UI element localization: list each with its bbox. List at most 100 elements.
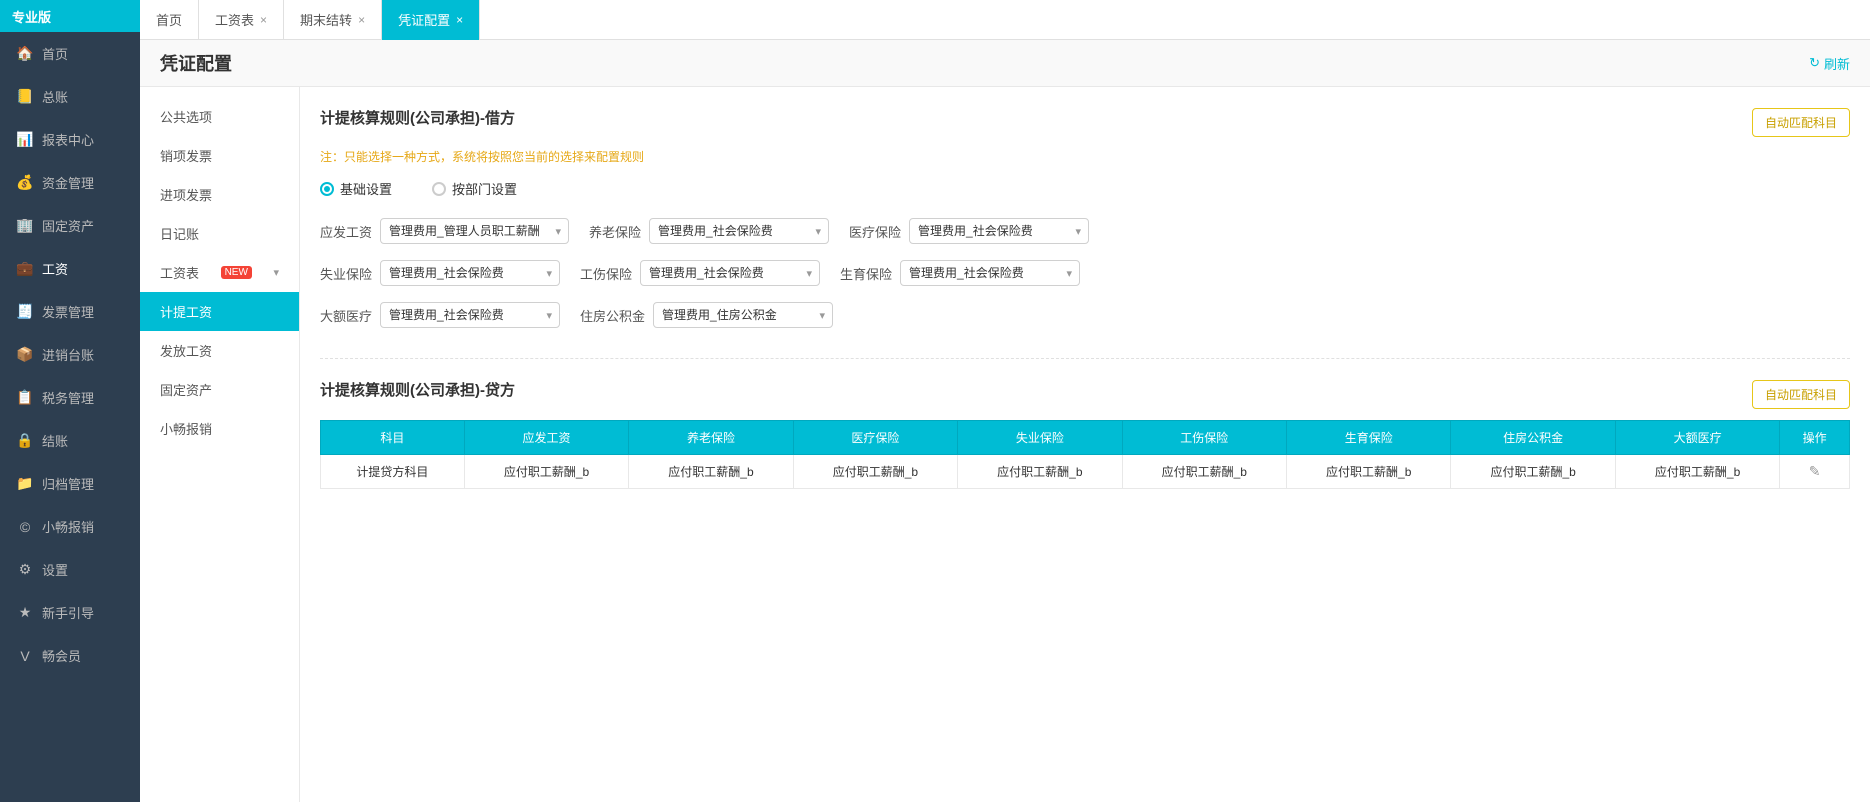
salary-select[interactable]: 管理费用_管理人员职工薪酬 [380,218,569,244]
sidebar-item-settings[interactable]: ⚙ 设置 [0,548,140,591]
page-header: 凭证配置 ↻ 刷新 [140,40,1870,87]
sidebar-item-invoice[interactable]: 🧾 发票管理 [0,290,140,333]
td-pension: 应付职工薪酬_b [629,455,793,489]
th-housing: 住房公积金 [1451,421,1615,455]
inventory-icon: 📦 [16,346,34,363]
member-icon: V [16,648,34,664]
sidebar-item-close[interactable]: 🔒 结账 [0,419,140,462]
tab-salary-table[interactable]: 工资表 × [199,0,284,40]
td-action[interactable]: ✎ [1780,455,1850,489]
housing-label: 住房公积金 [580,306,645,325]
sidebar-item-tax[interactable]: 📋 税务管理 [0,376,140,419]
sidebar-item-assets[interactable]: 🏢 固定资产 [0,204,140,247]
nav-cancel-invoice[interactable]: 销项发票 [140,136,299,175]
radio-dept-label: 按部门设置 [452,179,517,198]
sidebar-item-label: 报表中心 [42,130,94,149]
sidebar-item-label: 结账 [42,431,68,450]
unemployment-select-wrapper: 管理费用_社会保险费 [380,260,560,286]
td-subject: 计提贷方科目 [321,455,465,489]
credit-auto-match-button[interactable]: 自动匹配科目 [1752,380,1850,409]
form-item-maternity: 生育保险 管理费用_社会保险费 [840,260,1080,286]
sidebar-item-label: 首页 [42,44,68,63]
maternity-label: 生育保险 [840,264,892,283]
pension-select-wrapper: 管理费用_社会保险费 [649,218,829,244]
guide-icon: ★ [16,604,34,621]
nav-calc-salary[interactable]: 计提工资 [140,292,299,331]
edit-icon[interactable]: ✎ [1809,463,1821,479]
pension-select[interactable]: 管理费用_社会保险费 [649,218,829,244]
funds-icon: 💰 [16,174,34,191]
page-title: 凭证配置 [160,50,232,76]
nav-public[interactable]: 公共选项 [140,97,299,136]
nav-salary-table[interactable]: 工资表 NEW ▾ [140,253,299,292]
sidebar-item-guide[interactable]: ★ 新手引导 [0,591,140,634]
radio-basic[interactable]: 基础设置 [320,179,392,198]
assets-icon: 🏢 [16,217,34,234]
tab-period-close-btn[interactable]: × [358,13,365,27]
tab-bar: 首页 工资表 × 期末结转 × 凭证配置 × [140,0,1870,40]
tab-voucher-close[interactable]: × [456,13,463,27]
injury-select[interactable]: 管理费用_社会保险费 [640,260,820,286]
sidebar-item-member[interactable]: V 畅会员 [0,634,140,677]
medical-select-wrapper: 管理费用_社会保险费 [909,218,1089,244]
debit-form-row-1: 应发工资 管理费用_管理人员职工薪酬 养老保险 管理费用_社会保险费 [320,218,1850,244]
debit-auto-match-button[interactable]: 自动匹配科目 [1752,108,1850,137]
sidebar-item-home[interactable]: 🏠 首页 [0,32,140,75]
form-item-pension: 养老保险 管理费用_社会保险费 [589,218,829,244]
radio-dept-circle [432,182,446,196]
sidebar-item-xcreport[interactable]: © 小畅报销 [0,505,140,548]
section-divider [320,358,1850,359]
th-action: 操作 [1780,421,1850,455]
medical-label: 医疗保险 [849,222,901,241]
form-item-unemployment: 失业保险 管理费用_社会保险费 [320,260,560,286]
medical-select[interactable]: 管理费用_社会保险费 [909,218,1089,244]
credit-table-body: 计提贷方科目 应付职工薪酬_b 应付职工薪酬_b 应付职工薪酬_b 应付职工薪酬… [321,455,1850,489]
sidebar-item-funds[interactable]: 💰 资金管理 [0,161,140,204]
app-logo: 专业版 [0,0,140,32]
close-icon: 🔒 [16,432,34,449]
unemployment-select[interactable]: 管理费用_社会保险费 [380,260,560,286]
form-item-salary: 应发工资 管理费用_管理人员职工薪酬 [320,218,569,244]
large-medical-label: 大额医疗 [320,306,372,325]
tab-home-label: 首页 [156,10,182,29]
sidebar-item-label: 资金管理 [42,173,94,192]
sidebar-item-salary[interactable]: 💼 工资 [0,247,140,290]
radio-basic-label: 基础设置 [340,179,392,198]
radio-group: 基础设置 按部门设置 [320,179,1850,198]
th-unemployment: 失业保险 [958,421,1122,455]
large-medical-select[interactable]: 管理费用_社会保险费 [380,302,560,328]
refresh-label: 刷新 [1824,54,1850,73]
tab-period-close[interactable]: 期末结转 × [284,0,382,40]
nav-entry-invoice[interactable]: 进项发票 [140,175,299,214]
housing-select[interactable]: 管理费用_住房公积金 [653,302,833,328]
debit-section-header: 计提核算规则(公司承担)-借方 自动匹配科目 [320,107,1850,138]
sidebar-item-inventory[interactable]: 📦 进销台账 [0,333,140,376]
nav-fixed-assets[interactable]: 固定资产 [140,370,299,409]
debit-section: 计提核算规则(公司承担)-借方 自动匹配科目 注：只能选择一种方式，系统将按照您… [320,107,1850,328]
main-area: 首页 工资表 × 期末结转 × 凭证配置 × 凭证配置 ↻ 刷新 公共选项 [140,0,1870,802]
nav-xcreport[interactable]: 小畅报销 [140,409,299,448]
tab-period-label: 期末结转 [300,10,352,29]
maternity-select[interactable]: 管理费用_社会保险费 [900,260,1080,286]
th-pension: 养老保险 [629,421,793,455]
content-wrapper: 公共选项 销项发票 进项发票 日记账 工资表 NEW ▾ 计提工资 发放工资 [140,87,1870,802]
refresh-button[interactable]: ↻ 刷新 [1809,54,1850,73]
expand-icon: ▾ [273,266,279,279]
injury-select-wrapper: 管理费用_社会保险费 [640,260,820,286]
sidebar-item-label: 新手引导 [42,603,94,622]
credit-table-header-row: 科目 应发工资 养老保险 医疗保险 失业保险 工伤保险 生育保险 住房公积金 大… [321,421,1850,455]
tab-salary-close[interactable]: × [260,13,267,27]
sidebar-item-archive[interactable]: 📁 归档管理 [0,462,140,505]
sidebar-item-ledger[interactable]: 📒 总账 [0,75,140,118]
td-salary: 应付职工薪酬_b [464,455,628,489]
tab-voucher-config[interactable]: 凭证配置 × [382,0,480,40]
nav-pay-salary[interactable]: 发放工资 [140,331,299,370]
th-large-medical: 大额医疗 [1615,421,1779,455]
tab-home[interactable]: 首页 [140,0,199,40]
ledger-icon: 📒 [16,88,34,105]
radio-basic-circle [320,182,334,196]
nav-journal[interactable]: 日记账 [140,214,299,253]
sidebar-item-label: 设置 [42,560,68,579]
sidebar-item-reports[interactable]: 📊 报表中心 [0,118,140,161]
radio-dept[interactable]: 按部门设置 [432,179,517,198]
